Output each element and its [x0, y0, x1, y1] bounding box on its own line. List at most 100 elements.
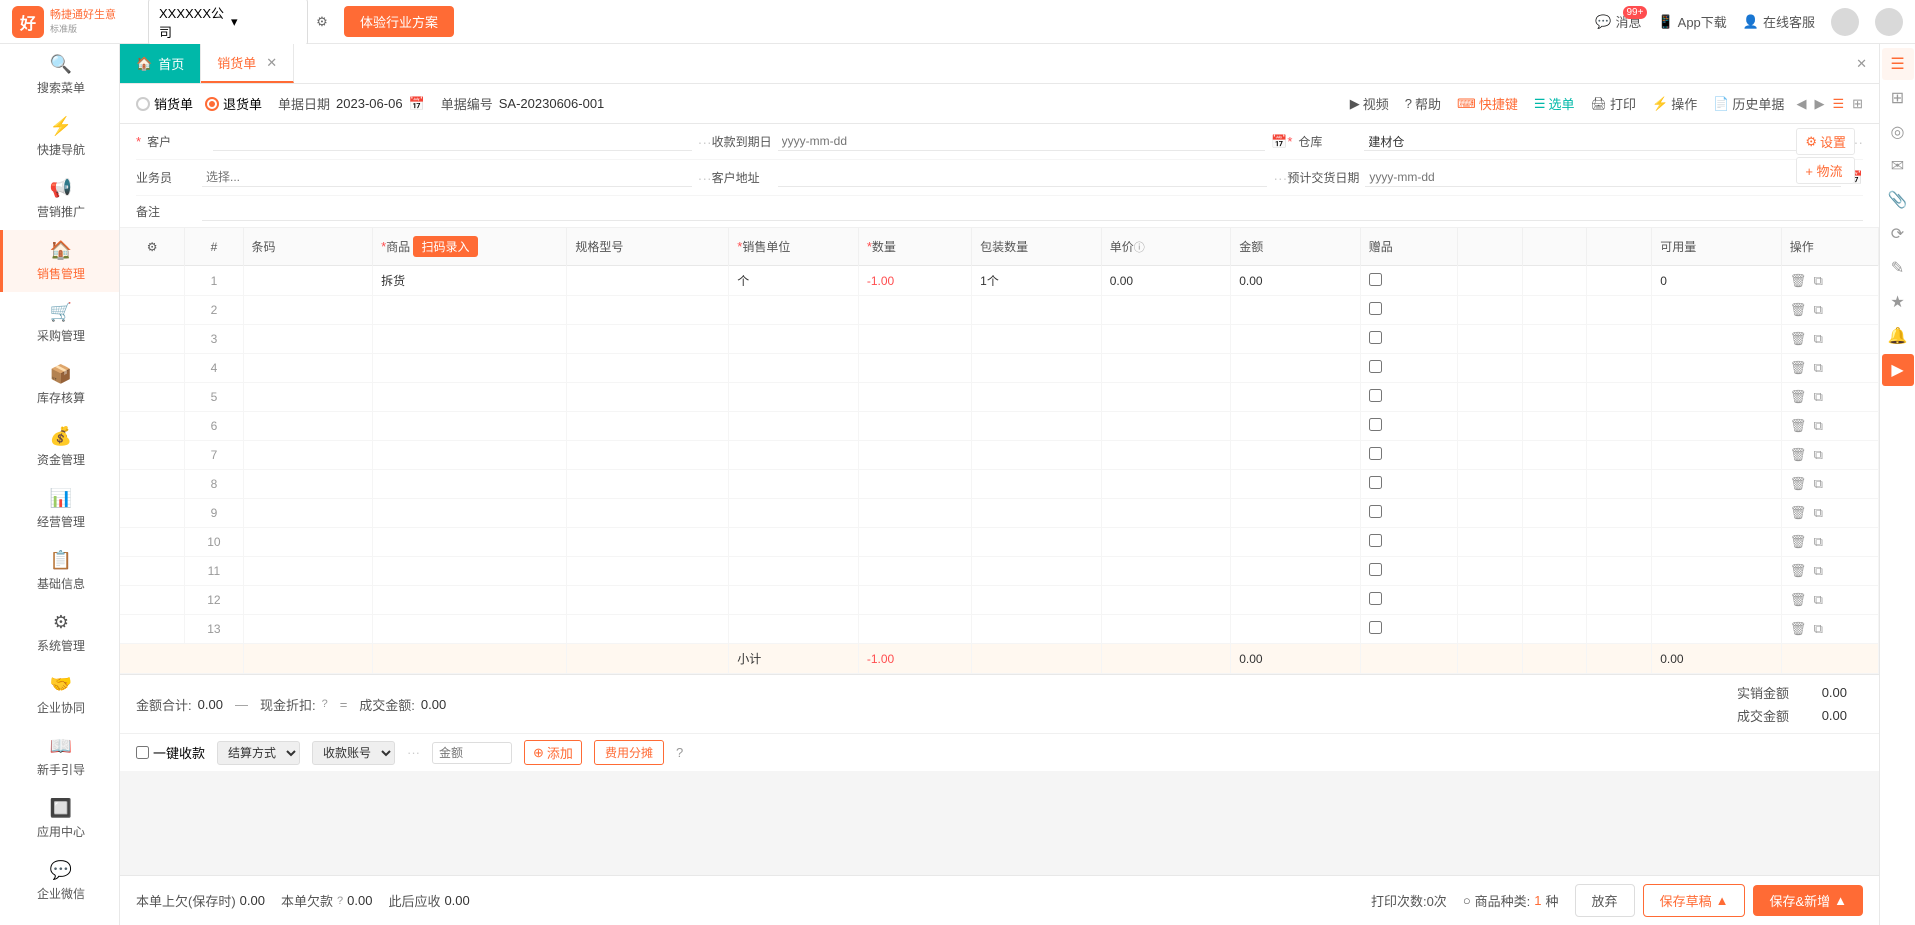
row-barcode[interactable] — [243, 557, 373, 586]
row-gift[interactable] — [1360, 586, 1457, 615]
trial-button[interactable]: 体验行业方案 — [344, 6, 454, 37]
row-gift[interactable] — [1360, 383, 1457, 412]
sidebar-item-vip[interactable]: V 畅会员 — [0, 912, 119, 925]
row-barcode[interactable] — [243, 412, 373, 441]
goods-type-icon[interactable]: ○ — [1463, 893, 1471, 908]
row-qty[interactable] — [858, 441, 971, 470]
row-gift[interactable] — [1360, 296, 1457, 325]
right-tool-refresh[interactable]: ⟳ — [1882, 218, 1914, 250]
row-unit[interactable] — [729, 528, 859, 557]
copy-icon[interactable]: ⧉ — [1814, 563, 1823, 578]
copy-icon[interactable]: ⧉ — [1814, 592, 1823, 607]
row-goods[interactable] — [373, 441, 567, 470]
row-amount[interactable] — [1231, 441, 1361, 470]
tab-home[interactable]: 🏠 首页 — [120, 44, 201, 83]
row-pkgqty[interactable]: 1个 — [972, 266, 1102, 296]
row-barcode[interactable] — [243, 383, 373, 412]
copy-icon[interactable]: ⧉ — [1814, 360, 1823, 375]
nav-next-icon[interactable]: ▶ — [1814, 96, 1824, 112]
discount-info-icon[interactable]: ? — [322, 698, 328, 710]
sidebar-item-purchase[interactable]: 🛒 采购管理 — [0, 292, 119, 354]
app-download-button[interactable]: 📱 App下载 — [1657, 12, 1726, 31]
row-gift[interactable] — [1360, 528, 1457, 557]
row-spec[interactable] — [567, 383, 729, 412]
row-barcode[interactable] — [243, 441, 373, 470]
row-unit[interactable] — [729, 383, 859, 412]
row-qty[interactable] — [858, 586, 971, 615]
row-pkgqty[interactable] — [972, 499, 1102, 528]
row-unit[interactable] — [729, 441, 859, 470]
salesman-input[interactable] — [202, 168, 692, 187]
row-unit[interactable]: 个 — [729, 266, 859, 296]
tab-bar-close[interactable]: ✕ — [1856, 56, 1879, 72]
row-goods[interactable]: 拆货 — [373, 266, 567, 296]
row-amount[interactable] — [1231, 412, 1361, 441]
due-date-calendar-icon[interactable]: 📅 — [1271, 134, 1287, 150]
delete-icon[interactable]: 🗑 — [1790, 505, 1807, 520]
row-gift[interactable] — [1360, 266, 1457, 296]
copy-icon[interactable]: ⧉ — [1814, 476, 1823, 491]
radio-sales-order[interactable]: 销货单 — [136, 94, 193, 113]
customer-more-icon[interactable]: ··· — [698, 134, 712, 150]
row-goods[interactable] — [373, 383, 567, 412]
print-btn[interactable]: 🖨 打印 — [1587, 92, 1641, 115]
right-tool-attachment[interactable]: 📎 — [1882, 184, 1914, 216]
save-draft-button[interactable]: 保存草稿 ▲ — [1643, 884, 1746, 917]
setup-button[interactable]: ⚙ 设置 — [1796, 128, 1855, 155]
row-barcode[interactable] — [243, 354, 373, 383]
row-amount[interactable] — [1231, 528, 1361, 557]
row-amount[interactable] — [1231, 557, 1361, 586]
row-spec[interactable] — [567, 354, 729, 383]
total-debt-info-icon[interactable]: ? — [337, 895, 343, 907]
row-amount[interactable] — [1231, 325, 1361, 354]
copy-icon[interactable]: ⧉ — [1814, 331, 1823, 346]
company-selector[interactable]: XXXXXX公司 ▾ — [148, 0, 308, 46]
account-more-icon[interactable]: ··· — [407, 745, 420, 760]
calendar-icon[interactable]: 📅 — [409, 96, 425, 112]
row-spec[interactable] — [567, 412, 729, 441]
right-tool-grid-view[interactable]: ⊞ — [1882, 82, 1914, 114]
row-pkgqty[interactable] — [972, 325, 1102, 354]
row-qty[interactable] — [858, 615, 971, 644]
calc-method-select[interactable]: 结算方式 — [217, 741, 300, 765]
row-spec[interactable] — [567, 470, 729, 499]
scan-button[interactable]: 扫码录入 — [413, 236, 477, 257]
sidebar-item-marketing[interactable]: 📢 营销推广 — [0, 168, 119, 230]
row-unit[interactable] — [729, 615, 859, 644]
sidebar-item-system[interactable]: ⚙ 系统管理 — [0, 602, 119, 664]
row-goods[interactable] — [373, 586, 567, 615]
row-qty[interactable] — [858, 296, 971, 325]
window-close-icon[interactable]: ✕ — [1856, 56, 1867, 71]
message-button[interactable]: 💬 消息 99+ — [1595, 12, 1641, 31]
row-unit[interactable] — [729, 586, 859, 615]
delete-icon[interactable]: 🗑 — [1790, 360, 1807, 375]
shortcut-btn[interactable]: ⌨ 快捷键 — [1453, 92, 1522, 115]
row-price[interactable] — [1101, 470, 1231, 499]
warehouse-input[interactable] — [1364, 132, 1843, 151]
sidebar-item-inventory[interactable]: 📦 库存核算 — [0, 354, 119, 416]
delete-icon[interactable]: 🗑 — [1790, 563, 1807, 578]
right-tool-play[interactable]: ▶ — [1882, 354, 1914, 386]
due-date-input[interactable] — [778, 132, 1265, 151]
sidebar-item-nav[interactable]: ⚡ 快捷导航 — [0, 106, 119, 168]
row-spec[interactable] — [567, 266, 729, 296]
online-service-button[interactable]: 👤 在线客服 — [1743, 12, 1815, 31]
row-qty[interactable] — [858, 354, 971, 383]
row-price[interactable] — [1101, 441, 1231, 470]
copy-icon[interactable]: ⧉ — [1814, 389, 1823, 404]
row-barcode[interactable] — [243, 586, 373, 615]
tab-sales-order[interactable]: 销货单 ✕ — [201, 44, 294, 83]
row-gift[interactable] — [1360, 499, 1457, 528]
sidebar-item-apps[interactable]: 🔲 应用中心 — [0, 788, 119, 850]
pay-checkbox-input[interactable] — [136, 746, 149, 759]
row-barcode[interactable] — [243, 296, 373, 325]
row-barcode[interactable] — [243, 499, 373, 528]
right-tool-star[interactable]: ★ — [1882, 286, 1914, 318]
sidebar-item-sales[interactable]: 🏠 销售管理 — [0, 230, 119, 292]
sidebar-item-collab[interactable]: 🤝 企业协同 — [0, 664, 119, 726]
salesman-more-icon[interactable]: ··· — [698, 170, 712, 186]
row-spec[interactable] — [567, 296, 729, 325]
delete-icon[interactable]: 🗑 — [1790, 273, 1807, 288]
copy-icon[interactable]: ⧉ — [1814, 273, 1823, 288]
row-gift[interactable] — [1360, 412, 1457, 441]
